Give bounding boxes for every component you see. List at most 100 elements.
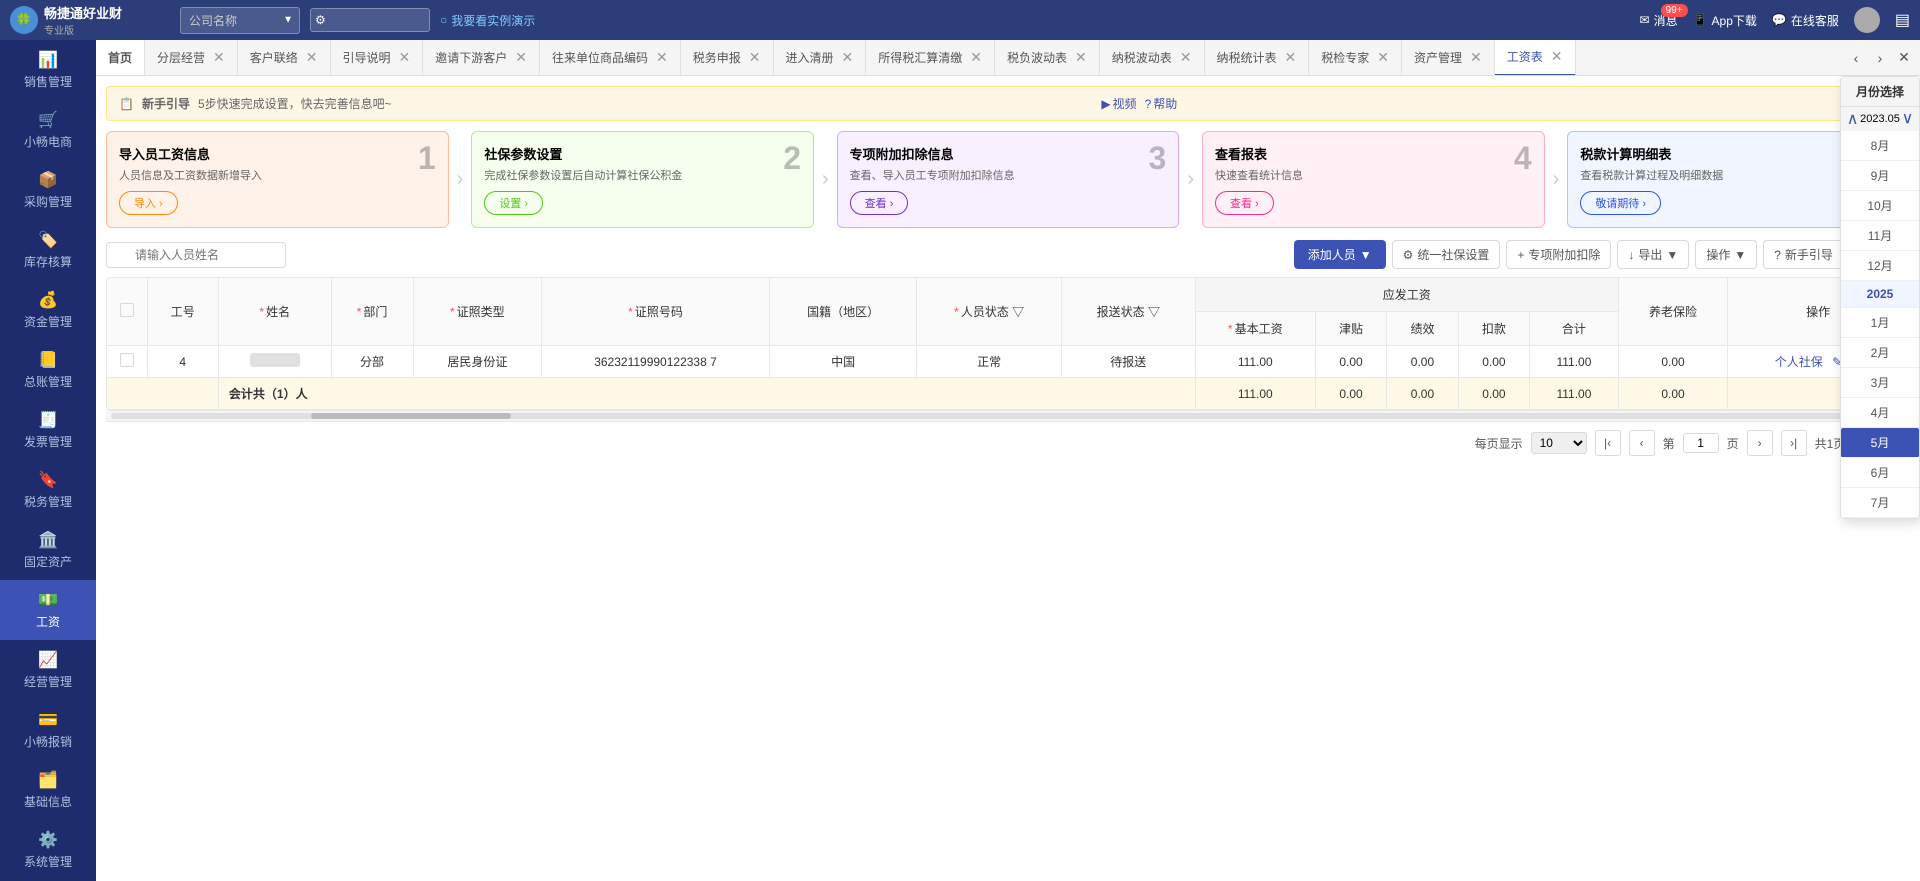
month-prev-year-btn[interactable]: ∧ (1845, 109, 1860, 129)
tab-close-btn[interactable]: ✕ (306, 49, 318, 66)
month-item-8月[interactable]: 8月 (1841, 131, 1919, 161)
company-selector[interactable]: 公司名称 ▼ (180, 7, 300, 34)
prev-page-btn[interactable]: ‹ (1629, 430, 1655, 456)
row-checkbox[interactable] (120, 353, 134, 367)
tab-close-btn[interactable]: ✕ (749, 49, 761, 66)
tab-分层经营[interactable]: 分层经营 ✕ (145, 40, 238, 76)
horizontal-scrollbar[interactable] (106, 411, 1910, 421)
step-btn-4[interactable]: 查看 › (1215, 191, 1274, 215)
step-number: 3 (1149, 140, 1167, 177)
user-menu-btn[interactable]: ▤ (1895, 10, 1910, 30)
month-item-10月[interactable]: 10月 (1841, 191, 1919, 221)
tab-close-btn[interactable]: ✕ (1470, 49, 1482, 66)
month-item-2月[interactable]: 2月 (1841, 338, 1919, 368)
month-item-1月[interactable]: 1月 (1841, 308, 1919, 338)
sidebar-item-发票管理[interactable]: 🧾 发票管理 (0, 400, 96, 460)
sidebar-label: 工资 (36, 613, 60, 630)
tab-税负波动表[interactable]: 税负波动表 ✕ (995, 40, 1100, 76)
sidebar-item-资金管理[interactable]: 💰 资金管理 (0, 280, 96, 340)
month-item-7月[interactable]: 7月 (1841, 488, 1919, 518)
month-item-3月[interactable]: 3月 (1841, 368, 1919, 398)
add-person-btn[interactable]: 添加人员 ▼ (1294, 240, 1386, 269)
step-btn-3[interactable]: 查看 › (850, 191, 909, 215)
guide-btn-toolbar[interactable]: ? 新手引导 (1763, 240, 1844, 269)
tab-close-btn[interactable]: ✕ (970, 49, 982, 66)
sidebar-item-工资[interactable]: 💵 工资 (0, 580, 96, 640)
month-item-4月[interactable]: 4月 (1841, 398, 1919, 428)
month-item-12月[interactable]: 12月 (1841, 251, 1919, 281)
tab-首页[interactable]: 首页 (96, 40, 145, 76)
status-filter-icon[interactable]: ▽ (1012, 305, 1024, 319)
tab-邀请下游客户[interactable]: 邀请下游客户 ✕ (423, 40, 540, 76)
tab-close-btn[interactable]: ✕ (1551, 48, 1563, 65)
month-item-5月[interactable]: 5月 (1841, 428, 1919, 458)
avatar[interactable] (1854, 7, 1880, 33)
sidebar-item-固定资产[interactable]: 🏛️ 固定资产 (0, 520, 96, 580)
app-download-btn[interactable]: 📱 App下载 (1693, 12, 1757, 29)
tab-close-all-btn[interactable]: ✕ (1893, 47, 1915, 69)
next-page-btn[interactable]: › (1747, 430, 1773, 456)
tab-close-btn[interactable]: ✕ (399, 49, 411, 66)
tab-税检专家[interactable]: 税检专家 ✕ (1309, 40, 1402, 76)
month-item-6月[interactable]: 6月 (1841, 458, 1919, 488)
report-filter-icon[interactable]: ▽ (1148, 305, 1160, 319)
online-service-btn[interactable]: 💬 在线客服 (1772, 12, 1839, 29)
tab-客户联络[interactable]: 客户联络 ✕ (238, 40, 331, 76)
demo-link[interactable]: ○ 我要看实例演示 (440, 12, 535, 29)
sidebar-item-税务管理[interactable]: 🔖 税务管理 (0, 460, 96, 520)
tab-next-btn[interactable]: › (1869, 47, 1891, 69)
search-input[interactable] (106, 242, 286, 268)
guide-links: ▶ 视频 ? 帮助 (1101, 95, 1177, 112)
select-all-checkbox[interactable] (120, 303, 134, 317)
scroll-thumb[interactable] (311, 413, 511, 419)
row-id-number: 36232119990122338 7 (542, 346, 770, 378)
last-page-btn[interactable]: ›| (1781, 430, 1807, 456)
tab-prev-btn[interactable]: ‹ (1845, 47, 1867, 69)
step-btn-2[interactable]: 设置 › (484, 191, 543, 215)
guide-step-3: 专项附加扣除信息 查看、导入员工专项附加扣除信息 查看 › 3 (837, 131, 1180, 228)
sidebar-item-总账管理[interactable]: 📒 总账管理 (0, 340, 96, 400)
tab-close-btn[interactable]: ✕ (1075, 49, 1087, 66)
tab-close-btn[interactable]: ✕ (213, 49, 225, 66)
tab-close-btn[interactable]: ✕ (656, 49, 668, 66)
tab-close-btn[interactable]: ✕ (1377, 49, 1389, 66)
tab-close-btn[interactable]: ✕ (842, 49, 854, 66)
first-page-btn[interactable]: |‹ (1595, 430, 1621, 456)
tab-税务申报[interactable]: 税务申报 ✕ (681, 40, 774, 76)
tab-纳税波动表[interactable]: 纳税波动表 ✕ (1100, 40, 1205, 76)
month-item-11月[interactable]: 11月 (1841, 221, 1919, 251)
step-btn-5[interactable]: 敬请期待 › (1580, 191, 1661, 215)
settings-icon[interactable]: ⚙ (310, 8, 430, 32)
sidebar-item-系统管理[interactable]: ⚙️ 系统管理 (0, 820, 96, 880)
tab-close-btn[interactable]: ✕ (1180, 49, 1192, 66)
sidebar-item-小畅电商[interactable]: 🛒 小畅电商 (0, 100, 96, 160)
sidebar-item-经营管理[interactable]: 📈 经营管理 (0, 640, 96, 700)
video-link[interactable]: ▶ 视频 (1101, 95, 1136, 112)
message-btn[interactable]: ✉ 消息 99+ (1640, 12, 1678, 29)
tab-所得税汇算清缴[interactable]: 所得税汇算清缴 ✕ (866, 40, 995, 76)
page-size-select[interactable]: 10 20 50 (1531, 432, 1587, 454)
step-btn-1[interactable]: 导入 › (119, 191, 178, 215)
sidebar-item-小畅报销[interactable]: 💳 小畅报销 (0, 700, 96, 760)
personal-insurance-link[interactable]: 个人社保 (1775, 355, 1823, 369)
page-input[interactable] (1683, 433, 1719, 453)
month-next-year-btn[interactable]: ∧ (1900, 109, 1915, 129)
tab-工资表[interactable]: 工资表 ✕ (1495, 40, 1576, 76)
tab-资产管理[interactable]: 资产管理 ✕ (1402, 40, 1495, 76)
sidebar-item-销售管理[interactable]: 📊 销售管理 (0, 40, 96, 100)
tab-close-btn[interactable]: ✕ (515, 49, 527, 66)
operation-btn[interactable]: 操作 ▼ (1695, 240, 1757, 269)
help-link[interactable]: ? 帮助 (1145, 95, 1178, 112)
settings-btn[interactable]: ⚙ 统一社保设置 (1392, 240, 1501, 269)
tab-纳税统计表[interactable]: 纳税统计表 ✕ (1205, 40, 1310, 76)
month-item-9月[interactable]: 9月 (1841, 161, 1919, 191)
special-deduction-btn[interactable]: + 专项附加扣除 (1506, 240, 1611, 269)
sidebar-item-基础信息[interactable]: 🗂️ 基础信息 (0, 760, 96, 820)
sidebar-item-库存核算[interactable]: 🏷️ 库存核算 (0, 220, 96, 280)
sidebar-item-采购管理[interactable]: 📦 采购管理 (0, 160, 96, 220)
tab-进入清册[interactable]: 进入清册 ✕ (774, 40, 867, 76)
tab-往来单位商品编码[interactable]: 往来单位商品编码 ✕ (540, 40, 681, 76)
tab-close-btn[interactable]: ✕ (1285, 49, 1297, 66)
tab-引导说明[interactable]: 引导说明 ✕ (331, 40, 424, 76)
export-btn[interactable]: ↓ 导出 ▼ (1617, 240, 1689, 269)
